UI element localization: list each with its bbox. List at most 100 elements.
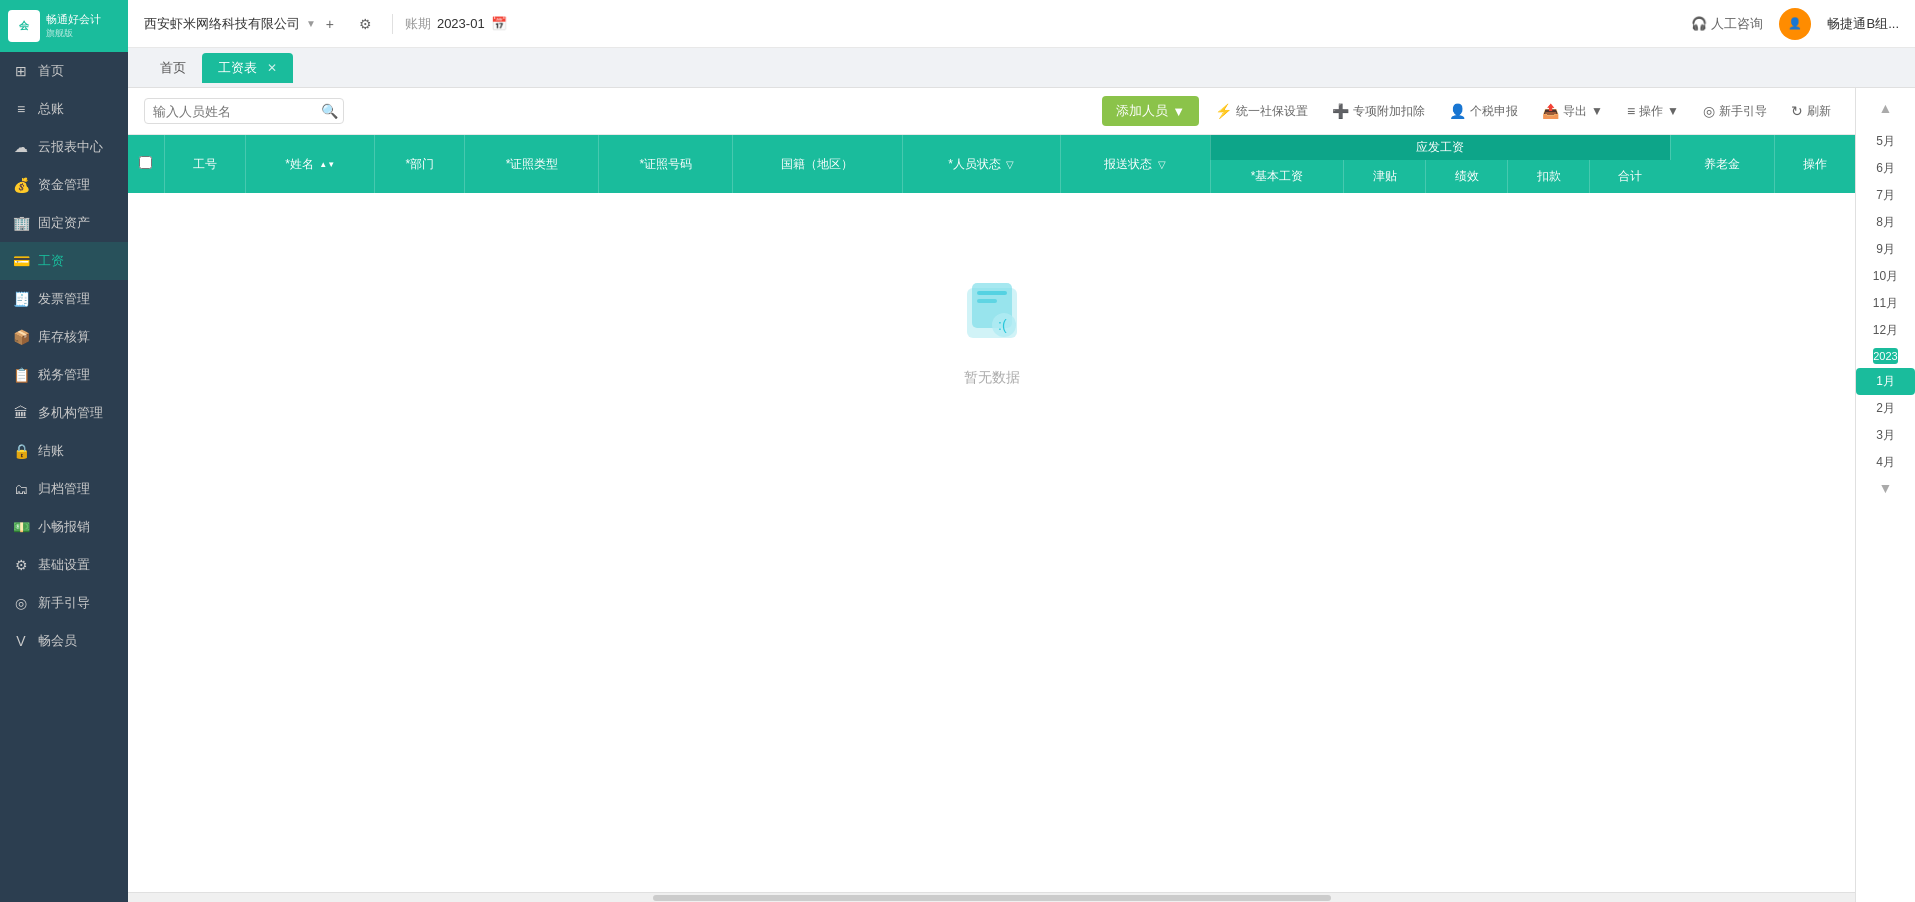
sidebar-item-archive[interactable]: 🗂 归档管理: [0, 470, 128, 508]
sidebar-item-label: 工资: [38, 252, 64, 270]
add-company-button[interactable]: +: [316, 10, 344, 38]
close-menu-icon: 🔒: [12, 443, 30, 459]
sidebar-item-inventory[interactable]: 📦 库存核算: [0, 318, 128, 356]
th-pension: 养老金: [1670, 135, 1774, 193]
archive-icon: 🗂: [12, 481, 30, 497]
sidebar-item-label: 首页: [38, 62, 64, 80]
sidebar-item-payroll[interactable]: 💳 工资: [0, 242, 128, 280]
operate-button[interactable]: ≡ 操作 ▼: [1619, 99, 1687, 124]
topbar-actions: + ⚙: [316, 10, 380, 38]
sidebar-item-multi-org[interactable]: 🏛 多机构管理: [0, 394, 128, 432]
sidebar-item-expense[interactable]: 💵 小畅报销: [0, 508, 128, 546]
month-item-6[interactable]: 6月: [1856, 155, 1915, 182]
gear-icon: ⚙: [359, 16, 372, 32]
table-scrollbar[interactable]: [128, 892, 1855, 902]
sidebar-item-label: 资金管理: [38, 176, 90, 194]
month-item-4[interactable]: 4月: [1856, 449, 1915, 476]
new-guide-button[interactable]: ◎ 新手引导: [1695, 99, 1775, 124]
invoice-icon: 🧾: [12, 291, 30, 307]
select-all-checkbox[interactable]: [139, 156, 152, 169]
sidebar-item-fund[interactable]: 💰 资金管理: [0, 166, 128, 204]
month-item-3[interactable]: 3月: [1856, 422, 1915, 449]
company-name: 西安虾米网络科技有限公司: [144, 15, 300, 33]
sidebar-item-member[interactable]: V 畅会员: [0, 622, 128, 660]
svg-rect-3: [977, 299, 997, 303]
service-button[interactable]: 🎧 人工咨询: [1691, 15, 1763, 33]
content-area: 🔍 添加人员 ▼ ⚡ 统一社保设置 ➕ 专项附加扣除: [128, 88, 1855, 902]
month-item-11[interactable]: 11月: [1856, 290, 1915, 317]
export-label: 导出: [1563, 103, 1587, 120]
sidebar-item-home[interactable]: ⊞ 首页: [0, 52, 128, 90]
th-checkbox[interactable]: [128, 135, 164, 193]
month-item-9[interactable]: 9月: [1856, 236, 1915, 263]
multi-org-icon: 🏛: [12, 405, 30, 421]
panel-up-arrow[interactable]: ▲: [1874, 96, 1898, 120]
topbar: 西安虾米网络科技有限公司 ▼ + ⚙ 账期 2023-01 📅 🎧: [128, 0, 1915, 48]
special-deduction-icon: ➕: [1332, 103, 1349, 119]
svg-text::(: :(: [998, 317, 1007, 333]
sidebar-item-ledger[interactable]: ≡ 总账: [0, 90, 128, 128]
social-security-button[interactable]: ⚡ 统一社保设置: [1207, 99, 1316, 124]
sidebar-item-label: 结账: [38, 442, 64, 460]
personal-tax-button[interactable]: 👤 个税申报: [1441, 99, 1526, 124]
th-deduction: 扣款: [1508, 160, 1590, 193]
tab-close-icon[interactable]: ✕: [267, 61, 277, 75]
operate-label: 操作: [1639, 103, 1663, 120]
th-report-status[interactable]: 报送状态 ▽: [1060, 135, 1210, 193]
sidebar-nav: ⊞ 首页 ≡ 总账 ☁ 云报表中心 💰 资金管理 🏢 固定资产 💳 工资: [0, 52, 128, 902]
search-wrap[interactable]: 🔍: [144, 98, 344, 124]
refresh-label: 刷新: [1807, 103, 1831, 120]
th-status[interactable]: *人员状态 ▽: [902, 135, 1060, 193]
add-person-button[interactable]: 添加人员 ▼: [1102, 96, 1199, 126]
sidebar-item-label: 小畅报销: [38, 518, 90, 536]
th-emp-no: 工号: [164, 135, 246, 193]
period-value: 2023-01: [437, 16, 485, 31]
sidebar-item-invoice[interactable]: 🧾 发票管理: [0, 280, 128, 318]
sidebar-item-fixed-assets[interactable]: 🏢 固定资产: [0, 204, 128, 242]
month-item-2[interactable]: 2月: [1856, 395, 1915, 422]
calendar-icon[interactable]: 📅: [491, 16, 507, 31]
sidebar-item-cloud-report[interactable]: ☁ 云报表中心: [0, 128, 128, 166]
settings-button[interactable]: ⚙: [352, 10, 380, 38]
status-filter-icon: ▽: [1006, 159, 1014, 170]
month-item-5[interactable]: 5月: [1856, 128, 1915, 155]
user-avatar[interactable]: 👤: [1779, 8, 1811, 40]
user-name[interactable]: 畅捷通B组...: [1827, 15, 1899, 33]
th-name[interactable]: *姓名 ▲▼: [246, 135, 375, 193]
panel-down-arrow[interactable]: ▼: [1874, 476, 1898, 500]
new-guide-label: 新手引导: [1719, 103, 1767, 120]
sidebar-item-tax[interactable]: 📋 税务管理: [0, 356, 128, 394]
empty-text: 暂无数据: [964, 369, 1020, 387]
month-item-1[interactable]: 1月: [1856, 368, 1915, 395]
search-input[interactable]: [153, 104, 321, 119]
tab-home-label: 首页: [160, 60, 186, 75]
th-action: 操作: [1774, 135, 1855, 193]
month-item-7[interactable]: 7月: [1856, 182, 1915, 209]
operate-dropdown-icon: ▼: [1667, 104, 1679, 118]
export-button[interactable]: 📤 导出 ▼: [1534, 99, 1611, 124]
tab-home[interactable]: 首页: [144, 53, 202, 83]
personal-tax-icon: 👤: [1449, 103, 1466, 119]
month-item-10[interactable]: 10月: [1856, 263, 1915, 290]
tab-payroll-table[interactable]: 工资表 ✕: [202, 53, 293, 83]
special-deduction-button[interactable]: ➕ 专项附加扣除: [1324, 99, 1433, 124]
personal-tax-label: 个税申报: [1470, 103, 1518, 120]
main-area: 西安虾米网络科技有限公司 ▼ + ⚙ 账期 2023-01 📅 🎧: [128, 0, 1915, 902]
search-icon: 🔍: [321, 103, 338, 119]
right-panel: ▲ 5月 6月 7月 8月 9月 10月 11月 12月 2023 1月 2月 …: [1855, 88, 1915, 902]
refresh-icon: ↻: [1791, 103, 1803, 119]
th-total: 合计: [1589, 160, 1670, 193]
topbar-right: 🎧 人工咨询 👤 畅捷通B组...: [1691, 8, 1899, 40]
refresh-button[interactable]: ↻ 刷新: [1783, 99, 1839, 124]
scrollbar-thumb[interactable]: [653, 895, 1331, 901]
sidebar-item-close[interactable]: 🔒 结账: [0, 432, 128, 470]
logo-icon: 会: [8, 10, 40, 42]
sidebar-item-settings[interactable]: ⚙ 基础设置: [0, 546, 128, 584]
fund-icon: 💰: [12, 177, 30, 193]
month-item-8[interactable]: 8月: [1856, 209, 1915, 236]
month-item-12[interactable]: 12月: [1856, 317, 1915, 344]
sidebar-item-label: 固定资产: [38, 214, 90, 232]
sidebar-item-guide[interactable]: ◎ 新手引导: [0, 584, 128, 622]
guide-icon: ◎: [12, 595, 30, 611]
company-selector[interactable]: 西安虾米网络科技有限公司 ▼: [144, 15, 316, 33]
